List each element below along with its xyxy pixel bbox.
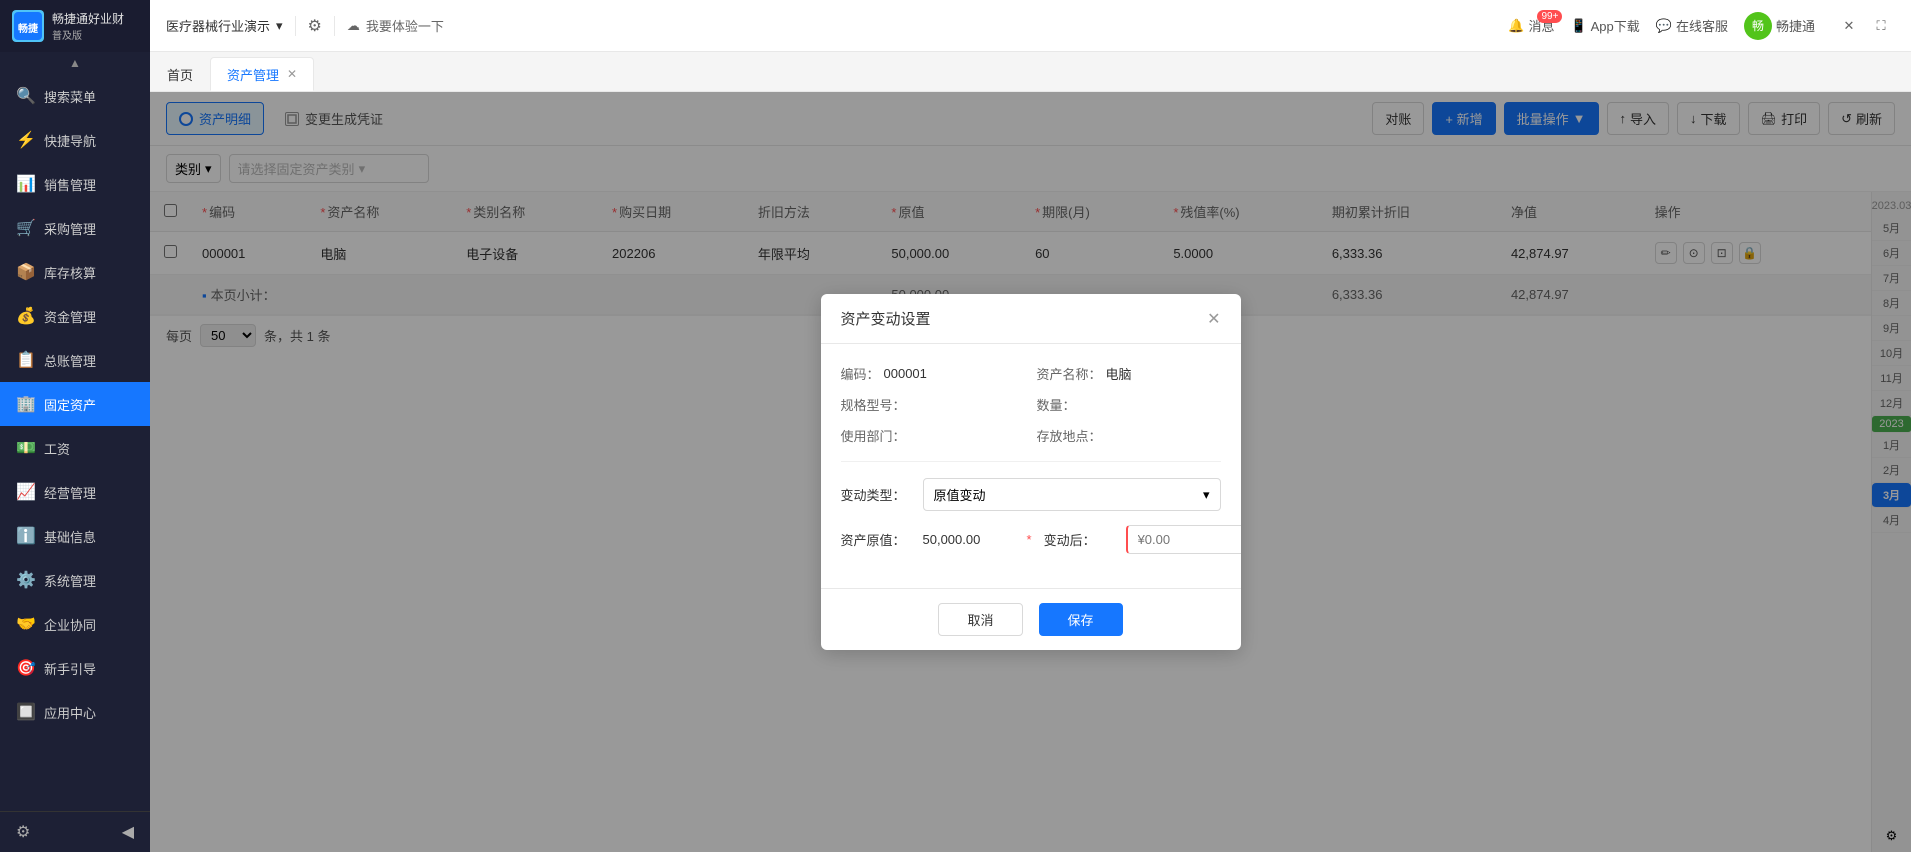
content-area: 资产明细 变更生成凭证 对账 + 新增 批量操作 ▼	[150, 92, 1911, 852]
change-type-label: 变动类型：	[841, 485, 911, 504]
tabs-bar: 首页 资产管理 ✕	[150, 52, 1911, 92]
inventory-icon: 📦	[16, 262, 34, 282]
experience-button[interactable]: ☁ 我要体验一下	[347, 16, 444, 35]
user-avatar[interactable]: 畅 畅捷通	[1744, 12, 1815, 40]
sidebar-item-fixed-assets[interactable]: 🏢 固定资产	[0, 382, 150, 426]
scroll-up-icon[interactable]: ▲	[0, 52, 150, 74]
finance-icon: 💰	[16, 306, 34, 326]
message-badge: 99+	[1537, 10, 1562, 23]
sidebar-item-app-center[interactable]: 🔲 应用中心	[0, 690, 150, 734]
topbar-divider-1	[295, 16, 296, 36]
topbar-divider-2	[334, 16, 335, 36]
company-dropdown-icon: ▾	[276, 18, 283, 34]
avatar-circle: 畅	[1744, 12, 1772, 40]
modal-close-button[interactable]: ✕	[1207, 309, 1220, 329]
sidebar-item-finance[interactable]: 💰 资金管理	[0, 294, 150, 338]
sidebar-item-salary[interactable]: 💵 工资	[0, 426, 150, 470]
logo-text: 畅捷通好业财 普及版	[52, 10, 124, 42]
modal-save-button[interactable]: 保存	[1039, 603, 1123, 636]
operations-icon: 📈	[16, 482, 34, 502]
sidebar-item-basic-info[interactable]: ℹ️ 基础信息	[0, 514, 150, 558]
after-change-label: 变动后：	[1044, 530, 1114, 549]
sales-icon: 📊	[16, 174, 34, 194]
company-name: 医疗器械行业演示	[166, 16, 270, 35]
company-selector[interactable]: 医疗器械行业演示 ▾	[166, 16, 283, 35]
modal-footer: 取消 保存	[821, 588, 1241, 650]
modal-location-item: 存放地点：	[1037, 426, 1221, 445]
modal-header: 资产变动设置 ✕	[821, 294, 1241, 344]
svg-text:畅捷: 畅捷	[18, 22, 39, 35]
change-type-select[interactable]: 原值变动 ▾	[923, 478, 1221, 511]
sidebar-item-sales[interactable]: 📊 销售管理	[0, 162, 150, 206]
modal-body: 编码： 000001 资产名称： 电脑 规格型号：	[821, 344, 1241, 588]
guide-icon: 🎯	[16, 658, 34, 678]
topbar: 医疗器械行业演示 ▾ ⚙ ☁ 我要体验一下 🔔 消息 99+ 📱 App下载	[150, 0, 1911, 52]
message-button[interactable]: 🔔 消息 99+	[1508, 16, 1554, 35]
sidebar-item-guide[interactable]: 🎯 新手引导	[0, 646, 150, 690]
sidebar-item-purchase[interactable]: 🛒 采购管理	[0, 206, 150, 250]
sidebar: 畅捷 畅捷通好业财 普及版 ▲ 🔍 搜索菜单 ⚡ 快捷导航 📊 销售管理	[0, 0, 150, 852]
tab-asset-management[interactable]: 资产管理 ✕	[210, 57, 314, 91]
phone-icon: 📱	[1570, 18, 1586, 34]
modal-quantity-item: 数量：	[1037, 395, 1221, 414]
sidebar-item-ledger[interactable]: 📋 总账管理	[0, 338, 150, 382]
sidebar-item-system[interactable]: ⚙️ 系统管理	[0, 558, 150, 602]
tab-close-icon[interactable]: ✕	[287, 67, 297, 81]
sidebar-item-search[interactable]: 🔍 搜索菜单	[0, 74, 150, 118]
tab-home[interactable]: 首页	[150, 57, 210, 91]
required-marker: *	[1027, 532, 1032, 547]
enterprise-icon: 🤝	[16, 614, 34, 634]
sidebar-item-inventory[interactable]: 📦 库存核算	[0, 250, 150, 294]
modal-change-type-row: 变动类型： 原值变动 ▾	[841, 478, 1221, 511]
window-controls: ✕ ⛶	[1835, 12, 1895, 40]
collapse-icon[interactable]: ◀	[122, 822, 134, 842]
modal-values-row: 资产原值： 50,000.00 * 变动后：	[841, 525, 1221, 554]
modal-title: 资产变动设置	[841, 308, 931, 329]
after-change-input[interactable]	[1126, 525, 1241, 554]
logo-icon: 畅捷	[12, 10, 44, 42]
experience-label: 我要体验一下	[366, 16, 444, 35]
original-value-display: 50,000.00	[923, 532, 1003, 547]
modal-cancel-button[interactable]: 取消	[938, 603, 1022, 636]
original-value-label: 资产原值：	[841, 530, 911, 549]
asset-change-modal: 资产变动设置 ✕ 编码： 000001 资产名称： 电脑	[821, 294, 1241, 650]
app-download-button[interactable]: 📱 App下载	[1570, 16, 1639, 35]
salary-icon: 💵	[16, 438, 34, 458]
purchase-icon: 🛒	[16, 218, 34, 238]
modal-info-grid: 编码： 000001 资产名称： 电脑 规格型号：	[841, 364, 1221, 445]
service-icon: 💬	[1656, 18, 1672, 34]
maximize-window-button[interactable]: ⛶	[1867, 12, 1895, 40]
modal-code-item: 编码： 000001	[841, 364, 1025, 383]
close-window-button[interactable]: ✕	[1835, 12, 1863, 40]
modal-asset-name-item: 资产名称： 电脑	[1037, 364, 1221, 383]
message-icon: 🔔	[1508, 18, 1524, 34]
online-service-button[interactable]: 💬 在线客服	[1656, 16, 1728, 35]
modal-department-item: 使用部门：	[841, 426, 1025, 445]
change-type-dropdown-icon: ▾	[1203, 487, 1210, 503]
settings-bottom-icon[interactable]: ⚙	[16, 822, 30, 842]
topbar-actions: 🔔 消息 99+ 📱 App下载 💬 在线客服 畅 畅捷通	[1508, 12, 1815, 40]
quick-nav-icon: ⚡	[16, 130, 34, 150]
basic-info-icon: ℹ️	[16, 526, 34, 546]
main-content: 医疗器械行业演示 ▾ ⚙ ☁ 我要体验一下 🔔 消息 99+ 📱 App下载	[150, 0, 1911, 852]
system-icon: ⚙️	[16, 570, 34, 590]
sidebar-menu: ▲ 🔍 搜索菜单 ⚡ 快捷导航 📊 销售管理 🛒 采购管理 📦 库存核算	[0, 52, 150, 811]
modal-spec-item: 规格型号：	[841, 395, 1025, 414]
sidebar-item-enterprise[interactable]: 🤝 企业协同	[0, 602, 150, 646]
search-icon: 🔍	[16, 86, 34, 106]
app-center-icon: 🔲	[16, 702, 34, 722]
cloud-icon: ☁	[347, 18, 360, 34]
sidebar-logo: 畅捷 畅捷通好业财 普及版	[0, 0, 150, 52]
fixed-assets-icon: 🏢	[16, 394, 34, 414]
modal-divider	[841, 461, 1221, 462]
sidebar-bottom: ⚙ ◀	[0, 811, 150, 852]
modal-overlay: 资产变动设置 ✕ 编码： 000001 资产名称： 电脑	[150, 92, 1911, 852]
sidebar-item-quick-nav[interactable]: ⚡ 快捷导航	[0, 118, 150, 162]
ledger-icon: 📋	[16, 350, 34, 370]
gear-button[interactable]: ⚙	[308, 16, 322, 36]
sidebar-item-operations[interactable]: 📈 经营管理	[0, 470, 150, 514]
